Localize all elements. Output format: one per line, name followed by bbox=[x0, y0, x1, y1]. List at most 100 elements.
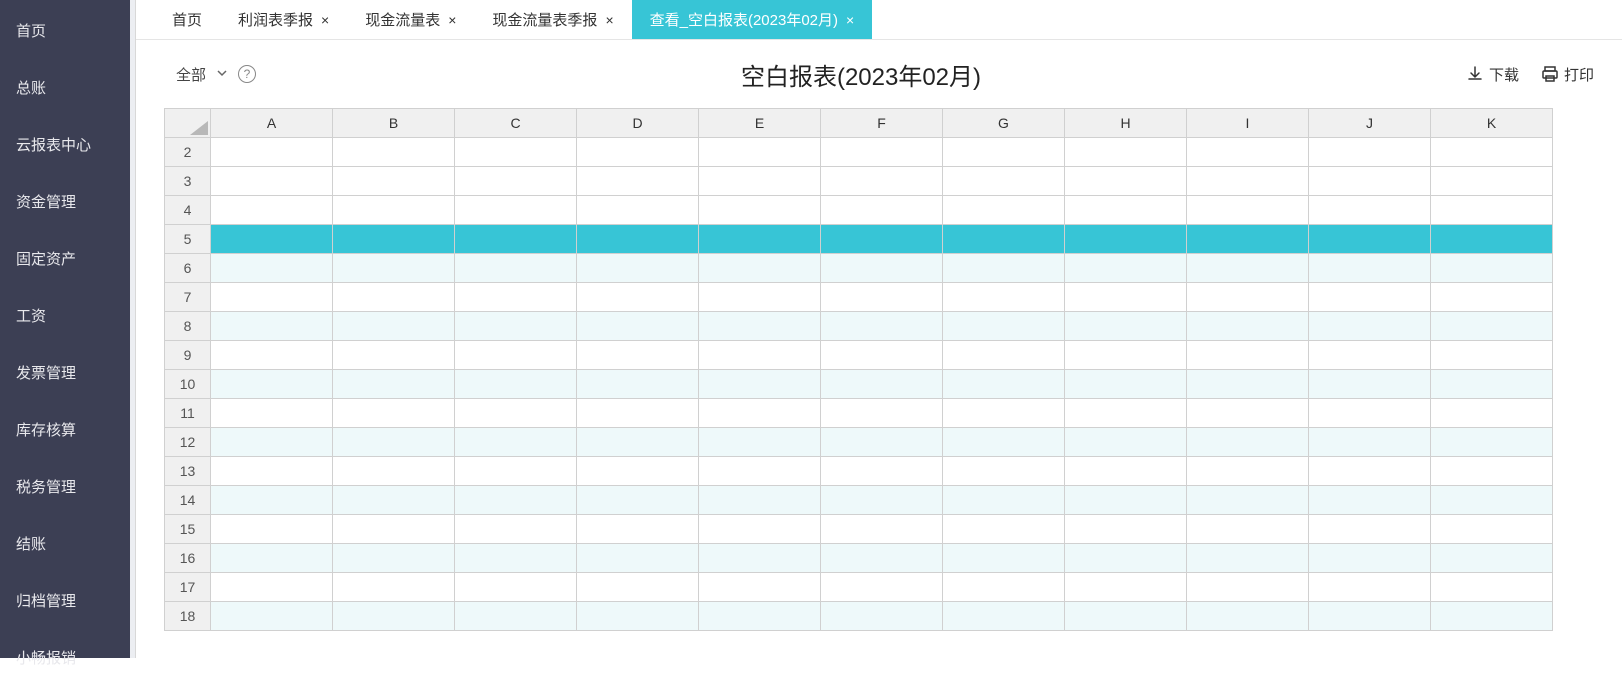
cell-H9[interactable] bbox=[1065, 341, 1187, 370]
sidebar-item-1[interactable]: 总账 bbox=[0, 59, 130, 116]
cell-H6[interactable] bbox=[1065, 254, 1187, 283]
cell-G16[interactable] bbox=[943, 544, 1065, 573]
cell-D13[interactable] bbox=[577, 457, 699, 486]
sidebar-item-8[interactable]: 税务管理 bbox=[0, 458, 130, 515]
cell-A13[interactable] bbox=[211, 457, 333, 486]
cell-G3[interactable] bbox=[943, 167, 1065, 196]
tab-3[interactable]: 现金流量表季报× bbox=[474, 0, 631, 39]
cell-D15[interactable] bbox=[577, 515, 699, 544]
cell-E17[interactable] bbox=[699, 573, 821, 602]
cell-A2[interactable] bbox=[211, 138, 333, 167]
cell-F4[interactable] bbox=[821, 196, 943, 225]
cell-E8[interactable] bbox=[699, 312, 821, 341]
close-icon[interactable]: × bbox=[321, 12, 329, 28]
col-header-B[interactable]: B bbox=[333, 109, 455, 138]
cell-C9[interactable] bbox=[455, 341, 577, 370]
cell-F6[interactable] bbox=[821, 254, 943, 283]
cell-J10[interactable] bbox=[1309, 370, 1431, 399]
cell-H16[interactable] bbox=[1065, 544, 1187, 573]
cell-B10[interactable] bbox=[333, 370, 455, 399]
cell-F13[interactable] bbox=[821, 457, 943, 486]
cell-K6[interactable] bbox=[1431, 254, 1553, 283]
cell-F7[interactable] bbox=[821, 283, 943, 312]
cell-G9[interactable] bbox=[943, 341, 1065, 370]
row-header-15[interactable]: 15 bbox=[165, 515, 211, 544]
cell-J8[interactable] bbox=[1309, 312, 1431, 341]
cell-E12[interactable] bbox=[699, 428, 821, 457]
cell-A15[interactable] bbox=[211, 515, 333, 544]
cell-B2[interactable] bbox=[333, 138, 455, 167]
cell-B12[interactable] bbox=[333, 428, 455, 457]
col-header-D[interactable]: D bbox=[577, 109, 699, 138]
sidebar-item-3[interactable]: 资金管理 bbox=[0, 173, 130, 230]
cell-D9[interactable] bbox=[577, 341, 699, 370]
cell-J12[interactable] bbox=[1309, 428, 1431, 457]
row-header-9[interactable]: 9 bbox=[165, 341, 211, 370]
cell-A5[interactable] bbox=[211, 225, 333, 254]
cell-J7[interactable] bbox=[1309, 283, 1431, 312]
cell-G8[interactable] bbox=[943, 312, 1065, 341]
close-icon[interactable]: × bbox=[846, 12, 854, 28]
cell-B7[interactable] bbox=[333, 283, 455, 312]
cell-I8[interactable] bbox=[1187, 312, 1309, 341]
cell-E11[interactable] bbox=[699, 399, 821, 428]
col-header-K[interactable]: K bbox=[1431, 109, 1553, 138]
cell-A11[interactable] bbox=[211, 399, 333, 428]
cell-G17[interactable] bbox=[943, 573, 1065, 602]
cell-A4[interactable] bbox=[211, 196, 333, 225]
cell-D14[interactable] bbox=[577, 486, 699, 515]
cell-I11[interactable] bbox=[1187, 399, 1309, 428]
cell-A7[interactable] bbox=[211, 283, 333, 312]
tab-2[interactable]: 现金流量表× bbox=[347, 0, 474, 39]
cell-I9[interactable] bbox=[1187, 341, 1309, 370]
cell-C5[interactable] bbox=[455, 225, 577, 254]
cell-G4[interactable] bbox=[943, 196, 1065, 225]
cell-J9[interactable] bbox=[1309, 341, 1431, 370]
cell-F5[interactable] bbox=[821, 225, 943, 254]
cell-C16[interactable] bbox=[455, 544, 577, 573]
row-header-10[interactable]: 10 bbox=[165, 370, 211, 399]
cell-K17[interactable] bbox=[1431, 573, 1553, 602]
cell-C7[interactable] bbox=[455, 283, 577, 312]
row-header-12[interactable]: 12 bbox=[165, 428, 211, 457]
cell-K3[interactable] bbox=[1431, 167, 1553, 196]
cell-D16[interactable] bbox=[577, 544, 699, 573]
cell-J17[interactable] bbox=[1309, 573, 1431, 602]
cell-I13[interactable] bbox=[1187, 457, 1309, 486]
row-header-3[interactable]: 3 bbox=[165, 167, 211, 196]
row-header-11[interactable]: 11 bbox=[165, 399, 211, 428]
cell-B16[interactable] bbox=[333, 544, 455, 573]
cell-B8[interactable] bbox=[333, 312, 455, 341]
row-header-14[interactable]: 14 bbox=[165, 486, 211, 515]
cell-H18[interactable] bbox=[1065, 602, 1187, 631]
row-header-17[interactable]: 17 bbox=[165, 573, 211, 602]
cell-C13[interactable] bbox=[455, 457, 577, 486]
cell-G14[interactable] bbox=[943, 486, 1065, 515]
cell-C10[interactable] bbox=[455, 370, 577, 399]
download-button[interactable]: 下载 bbox=[1466, 64, 1519, 85]
print-button[interactable]: 打印 bbox=[1541, 64, 1594, 85]
help-icon[interactable]: ? bbox=[238, 65, 256, 83]
cell-H17[interactable] bbox=[1065, 573, 1187, 602]
cell-D11[interactable] bbox=[577, 399, 699, 428]
cell-A14[interactable] bbox=[211, 486, 333, 515]
cell-J6[interactable] bbox=[1309, 254, 1431, 283]
cell-I14[interactable] bbox=[1187, 486, 1309, 515]
cell-I6[interactable] bbox=[1187, 254, 1309, 283]
cell-D7[interactable] bbox=[577, 283, 699, 312]
cell-H15[interactable] bbox=[1065, 515, 1187, 544]
sidebar-item-7[interactable]: 库存核算 bbox=[0, 401, 130, 458]
row-header-4[interactable]: 4 bbox=[165, 196, 211, 225]
close-icon[interactable]: × bbox=[448, 12, 456, 28]
row-header-7[interactable]: 7 bbox=[165, 283, 211, 312]
cell-A9[interactable] bbox=[211, 341, 333, 370]
cell-D5[interactable] bbox=[577, 225, 699, 254]
cell-F11[interactable] bbox=[821, 399, 943, 428]
col-header-G[interactable]: G bbox=[943, 109, 1065, 138]
row-header-13[interactable]: 13 bbox=[165, 457, 211, 486]
cell-H2[interactable] bbox=[1065, 138, 1187, 167]
sidebar-item-4[interactable]: 固定资产 bbox=[0, 230, 130, 287]
sheet-corner[interactable] bbox=[165, 109, 211, 138]
cell-G10[interactable] bbox=[943, 370, 1065, 399]
tab-1[interactable]: 利润表季报× bbox=[220, 0, 347, 39]
